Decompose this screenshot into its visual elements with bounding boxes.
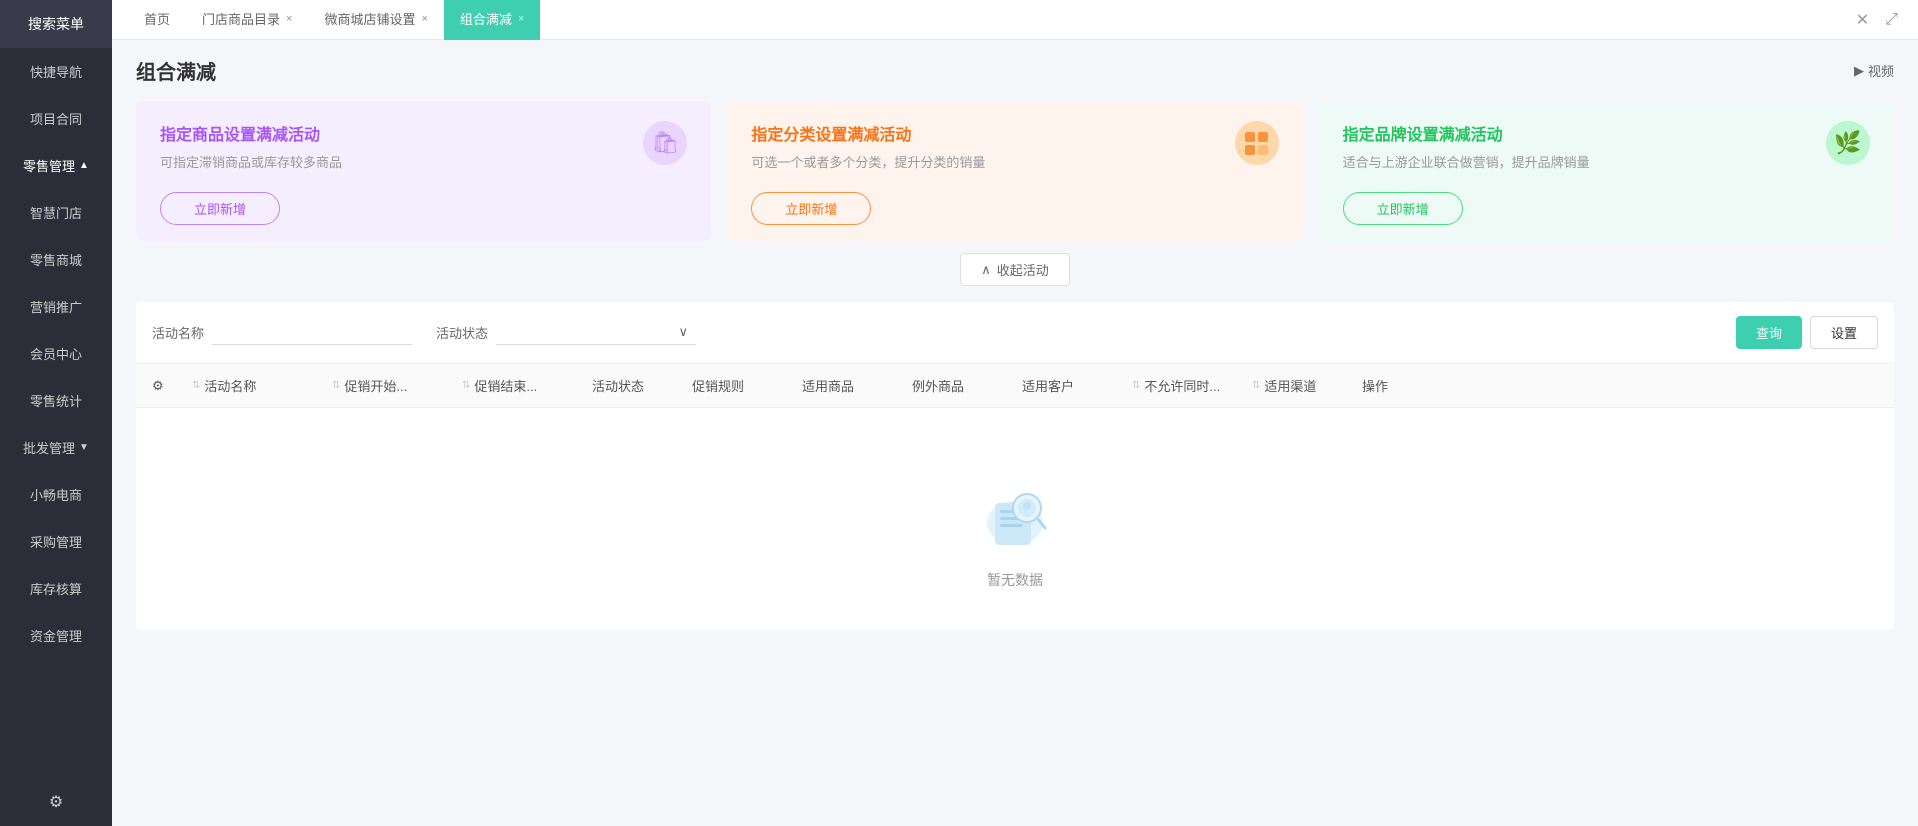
query-button[interactable]: 查询 xyxy=(1736,316,1802,349)
tab-close-wechat-store[interactable]: × xyxy=(421,13,427,25)
tab-wechat-store[interactable]: 微商城店铺设置 × xyxy=(308,0,443,40)
chevron-up-icon: ▲ xyxy=(79,160,89,171)
card-brand-btn[interactable]: 立即新增 xyxy=(1343,192,1463,225)
card-product-icon: 🛍 xyxy=(643,121,687,165)
sidebar-settings[interactable]: ⚙ xyxy=(0,778,112,826)
card-brand-desc: 适合与上游企业联合做营销，提升品牌销量 xyxy=(1343,153,1870,180)
tab-bar-actions: ✕ ⤢ xyxy=(1852,6,1902,34)
card-category-icon xyxy=(1235,121,1279,165)
sidebar-item-quick-nav[interactable]: 快捷导航 xyxy=(0,48,112,95)
grid-cell-tr xyxy=(1258,132,1268,142)
th-start[interactable]: ⇅ 促销开始... xyxy=(324,376,454,395)
sort-icon-channel: ⇅ xyxy=(1252,380,1260,391)
filter-row: 活动名称 活动状态 ∨ 查询 设置 xyxy=(136,302,1894,364)
sidebar: 搜索菜单 快捷导航 项目合同 零售管理 ▲ 智慧门店 零售商城 营销推广 会员中… xyxy=(0,0,112,826)
sidebar-item-wholesale-mgmt[interactable]: 批发管理 ▼ xyxy=(0,424,112,471)
page-header: 组合满减 ▶ 视频 xyxy=(136,56,1894,85)
sidebar-search[interactable]: 搜索菜单 xyxy=(0,0,112,48)
chevron-up-icon: ∧ xyxy=(981,262,991,278)
th-gear[interactable]: ⚙ xyxy=(144,378,184,394)
filter-name-input[interactable] xyxy=(212,321,412,345)
sort-icon-start: ⇅ xyxy=(332,380,340,391)
card-category-btn[interactable]: 立即新增 xyxy=(751,192,871,225)
tab-close-store-catalog[interactable]: × xyxy=(286,13,292,25)
card-category: 指定分类设置满减活动 可选一个或者多个分类，提升分类的销量 立即新增 xyxy=(727,101,1302,241)
sidebar-item-capital-mgmt[interactable]: 资金管理 xyxy=(0,612,112,659)
sort-icon-end: ⇅ xyxy=(462,380,470,391)
card-product-title: 指定商品设置满减活动 xyxy=(160,121,687,145)
th-status: 活动状态 xyxy=(584,376,684,395)
sort-icon-noallow: ⇅ xyxy=(1132,380,1140,391)
page-title: 组合满减 xyxy=(136,56,216,85)
filter-name: 活动名称 xyxy=(152,321,412,345)
filter-actions: 查询 设置 xyxy=(1736,316,1878,349)
th-op: 操作 xyxy=(1354,376,1886,395)
sidebar-item-retail-mall[interactable]: 零售商城 xyxy=(0,236,112,283)
filter-status-label: 活动状态 xyxy=(436,323,488,342)
video-link[interactable]: ▶ 视频 xyxy=(1854,61,1894,80)
sidebar-item-inventory[interactable]: 库存核算 xyxy=(0,565,112,612)
tab-combo-discount[interactable]: 组合满减 × xyxy=(444,0,540,40)
th-goods: 适用商品 xyxy=(794,376,904,395)
th-rule: 促销规则 xyxy=(684,376,794,395)
sidebar-item-xiaochangec[interactable]: 小畅电商 xyxy=(0,471,112,518)
close-window-button[interactable]: ✕ xyxy=(1852,6,1873,34)
th-noallow[interactable]: ⇅ 不允许同时... xyxy=(1124,376,1244,395)
empty-state: 暂无数据 xyxy=(136,408,1894,630)
play-icon: ▶ xyxy=(1854,63,1864,79)
card-category-title: 指定分类设置满减活动 xyxy=(751,121,1278,145)
table-wrap: ⚙ ⇅ 活动名称 ⇅ 促销开始... ⇅ 促销结束... 活动状态 xyxy=(136,364,1894,630)
chevron-down-icon: ∨ xyxy=(679,324,689,340)
card-product-btn[interactable]: 立即新增 xyxy=(160,192,280,225)
grid-cell-br xyxy=(1258,145,1268,155)
cards-row: 指定商品设置满减活动 可指定滞销商品或库存较多商品 🛍 立即新增 指定分类设置满… xyxy=(136,101,1894,241)
grid-cell-bl xyxy=(1245,145,1255,155)
filter-status-select[interactable]: ∨ xyxy=(496,320,696,345)
grid-cell-tl xyxy=(1245,132,1255,142)
setting-button[interactable]: 设置 xyxy=(1810,316,1878,349)
filter-name-label: 活动名称 xyxy=(152,323,204,342)
tab-store-catalog[interactable]: 门店商品目录 × xyxy=(186,0,308,40)
page-content: 组合满减 ▶ 视频 指定商品设置满减活动 可指定滞销商品或库存较多商品 🛍 立即… xyxy=(112,40,1918,826)
th-exclude: 例外商品 xyxy=(904,376,1014,395)
filter-status: 活动状态 ∨ xyxy=(436,320,696,345)
card-product: 指定商品设置满减活动 可指定滞销商品或库存较多商品 🛍 立即新增 xyxy=(136,101,711,241)
sort-icon-name: ⇅ xyxy=(192,380,200,391)
table-header: ⚙ ⇅ 活动名称 ⇅ 促销开始... ⇅ 促销结束... 活动状态 xyxy=(136,364,1894,408)
sidebar-item-retail-stats[interactable]: 零售统计 xyxy=(0,377,112,424)
th-name[interactable]: ⇅ 活动名称 xyxy=(184,376,324,395)
tab-bar: 首页 门店商品目录 × 微商城店铺设置 × 组合满减 × ✕ ⤢ xyxy=(112,0,1918,40)
collapse-bar: ∧ 收起活动 xyxy=(136,253,1894,286)
card-brand-title: 指定品牌设置满减活动 xyxy=(1343,121,1870,145)
sidebar-item-project-contract[interactable]: 项目合同 xyxy=(0,95,112,142)
sidebar-item-marketing[interactable]: 营销推广 xyxy=(0,283,112,330)
card-product-desc: 可指定滞销商品或库存较多商品 xyxy=(160,153,687,180)
th-customer: 适用客户 xyxy=(1014,376,1124,395)
sidebar-item-smart-store[interactable]: 智慧门店 xyxy=(0,189,112,236)
main-area: 首页 门店商品目录 × 微商城店铺设置 × 组合满减 × ✕ ⤢ 组合满减 ▶ … xyxy=(112,0,1918,826)
empty-icon xyxy=(965,468,1065,558)
sidebar-item-retail-mgmt[interactable]: 零售管理 ▲ xyxy=(0,142,112,189)
th-channel[interactable]: ⇅ 适用渠道 xyxy=(1244,376,1354,395)
sidebar-item-member-center[interactable]: 会员中心 xyxy=(0,330,112,377)
collapse-activities-button[interactable]: ∧ 收起活动 xyxy=(960,253,1070,286)
empty-text: 暂无数据 xyxy=(987,570,1043,590)
chevron-down-icon: ▼ xyxy=(79,442,89,453)
card-brand-icon: 🌿 xyxy=(1826,121,1870,165)
tab-close-combo-discount[interactable]: × xyxy=(518,13,524,25)
card-category-desc: 可选一个或者多个分类，提升分类的销量 xyxy=(751,153,1278,180)
expand-window-button[interactable]: ⤢ xyxy=(1881,7,1902,33)
sidebar-item-purchase-mgmt[interactable]: 采购管理 xyxy=(0,518,112,565)
th-end[interactable]: ⇅ 促销结束... xyxy=(454,376,584,395)
card-brand: 指定品牌设置满减活动 适合与上游企业联合做营销，提升品牌销量 🌿 立即新增 xyxy=(1319,101,1894,241)
tab-home[interactable]: 首页 xyxy=(128,0,186,40)
